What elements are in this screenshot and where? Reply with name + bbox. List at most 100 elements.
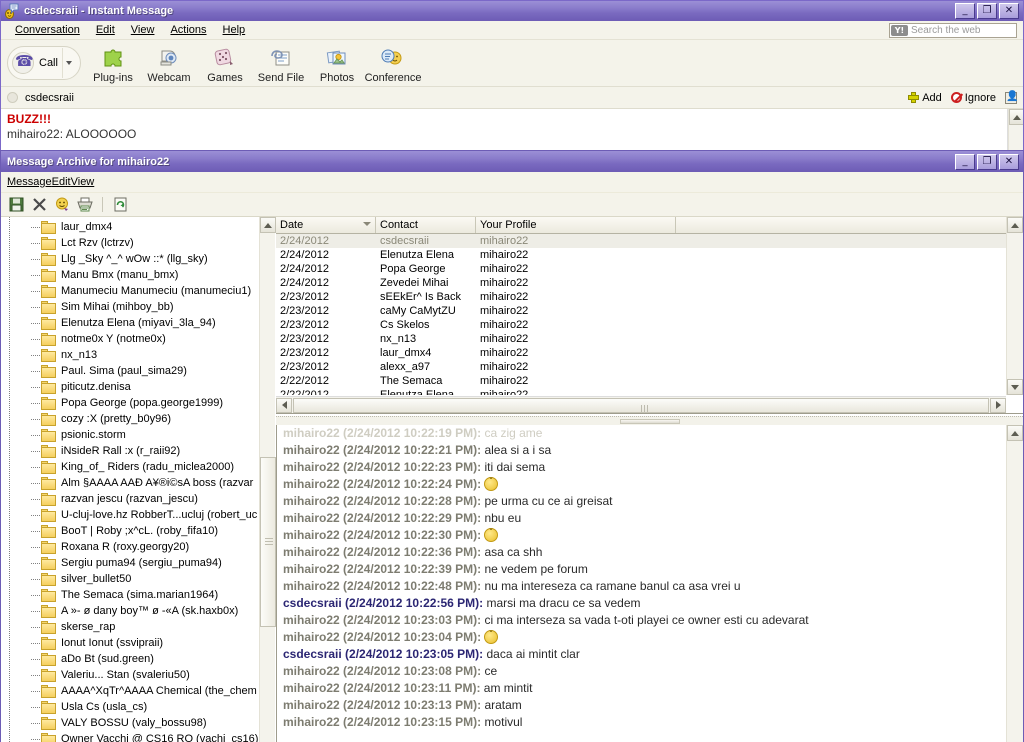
hscroll-thumb[interactable]: [293, 397, 989, 413]
tree-scroll-up-arrow-icon[interactable]: [260, 217, 276, 233]
conversations-tree-list[interactable]: laur_dmx4 Lct Rzv (lctrzv) Llg _Sky ^_^ wO…: [1, 217, 258, 742]
pane-splitter[interactable]: [276, 416, 1023, 425]
table-row[interactable]: 2/23/2012 nx_n13 mihairo22: [276, 332, 1006, 346]
table-row[interactable]: 2/24/2012 Elenutza Elena mihairo22: [276, 248, 1006, 262]
contact-details-button[interactable]: [1005, 91, 1018, 104]
table-row[interactable]: 2/24/2012 Popa George mihairo22: [276, 262, 1006, 276]
tree-item[interactable]: iNsideR Rall :x (r_raii92): [1, 443, 258, 459]
table-row[interactable]: 2/23/2012 laur_dmx4 mihairo22: [276, 346, 1006, 360]
table-row[interactable]: 2/23/2012 alexx_a97 mihairo22: [276, 360, 1006, 374]
toolbar-plugins[interactable]: Plug-ins: [85, 43, 141, 84]
menu-actions[interactable]: Actions: [162, 22, 214, 38]
tree-item[interactable]: Roxana R (roxy.georgy20): [1, 539, 258, 555]
tree-item[interactable]: VALY BOSSU (valy_bossu98): [1, 715, 258, 731]
toolbar-photos[interactable]: Photos: [309, 43, 365, 84]
splitter-grip[interactable]: [619, 419, 680, 424]
archive-minimize-button[interactable]: _: [955, 153, 975, 170]
emoticon-icon[interactable]: [53, 196, 71, 214]
archive-close-button[interactable]: ✕: [999, 153, 1019, 170]
tree-vertical-scrollbar[interactable]: [259, 217, 276, 742]
im-scroll-up-arrow-icon[interactable]: [1009, 109, 1023, 125]
tree-item[interactable]: A »- ø dany boy™ ø -«A (sk.haxb0x): [1, 603, 258, 619]
tree-item[interactable]: Ionut Ionut (ssvipraii): [1, 635, 258, 651]
call-dropdown-arrow-icon[interactable]: [61, 48, 75, 78]
hscroll-right-arrow-icon[interactable]: [990, 397, 1006, 413]
transcript-scroll-up-arrow-icon[interactable]: [1007, 425, 1023, 441]
tree-item[interactable]: King_of_ Riders (radu_miclea2000): [1, 459, 258, 475]
list-scroll-down-arrow-icon[interactable]: [1007, 379, 1023, 395]
menu-view[interactable]: View: [123, 22, 163, 38]
table-row[interactable]: 2/23/2012 Cs Skelos mihairo22: [276, 318, 1006, 332]
tree-item[interactable]: Lct Rzv (lctrzv): [1, 235, 258, 251]
tree-item[interactable]: Sergiu puma94 (sergiu_puma94): [1, 555, 258, 571]
table-row[interactable]: 2/22/2012 Elenutza Elena mihairo22: [276, 388, 1006, 395]
archive-menu-edit[interactable]: Edit: [52, 176, 71, 188]
table-row[interactable]: 2/23/2012 sEEkEr^ Is Back mihairo22: [276, 290, 1006, 304]
tree-scrollbar-thumb[interactable]: [260, 457, 276, 627]
tree-item[interactable]: Valeriu... Stan (svaleriu50): [1, 667, 258, 683]
tree-item[interactable]: The Semaca (sima.marian1964): [1, 587, 258, 603]
refresh-icon[interactable]: [111, 196, 129, 214]
table-row[interactable]: 2/23/2012 caMy CaMytZU mihairo22: [276, 304, 1006, 318]
tree-item[interactable]: Elenutza Elena (miyavi_3la_94): [1, 315, 258, 331]
tree-item[interactable]: razvan jescu (razvan_jescu): [1, 491, 258, 507]
tree-item[interactable]: BooT | Roby ;x^cL. (roby_fifa10): [1, 523, 258, 539]
tree-item[interactable]: Paul. Sima (paul_sima29): [1, 363, 258, 379]
menu-help[interactable]: Help: [215, 22, 254, 38]
archive-menu-message[interactable]: Message: [7, 176, 52, 188]
save-icon[interactable]: [7, 196, 25, 214]
tree-item[interactable]: piticutz.denisa: [1, 379, 258, 395]
table-row[interactable]: 2/24/2012 csdecsraii mihairo22: [276, 234, 1006, 248]
tree-item[interactable]: laur_dmx4: [1, 219, 258, 235]
tree-item[interactable]: AAAA^XqTr^AAAA Chemical (the_chem: [1, 683, 258, 699]
delete-icon[interactable]: [30, 196, 48, 214]
archive-list-vertical-scrollbar[interactable]: [1006, 217, 1023, 395]
tree-item[interactable]: U-cluj-love.hz RobberT...ucluj (robert_u…: [1, 507, 258, 523]
transcript-message: mihairo22 (2/24/2012 10:22:19 PM): ca zi…: [283, 425, 1006, 442]
column-header-contact[interactable]: Contact: [376, 217, 476, 233]
tree-item[interactable]: Alm §AAAA AAÐ A¥®i©sA boss (razvar: [1, 475, 258, 491]
tree-item[interactable]: Manumeciu Manumeciu (manumeciu1): [1, 283, 258, 299]
add-buddy-button[interactable]: Add: [908, 92, 942, 104]
tree-item[interactable]: aDo Bt (sud.green): [1, 651, 258, 667]
call-button[interactable]: Call: [7, 46, 81, 80]
archive-list[interactable]: Date Contact Your Profile 2/24/2012 csdec…: [276, 217, 1023, 414]
ignore-buddy-button[interactable]: Ignore: [950, 92, 996, 104]
minimize-button[interactable]: _: [955, 3, 975, 19]
archive-transcript-scrollbar[interactable]: [1006, 425, 1023, 742]
archive-transcript[interactable]: mihairo22 (2/24/2012 10:22:19 PM): ca zi…: [276, 425, 1023, 742]
toolbar-games[interactable]: Games: [197, 43, 253, 84]
tree-item[interactable]: nx_n13: [1, 347, 258, 363]
tree-item[interactable]: Owner Vacchi @ CS16 RO (vachi_cs16): [1, 731, 258, 742]
menu-conversation[interactable]: Conversation: [7, 22, 88, 38]
tree-item[interactable]: Llg _Sky ^_^ wOw ::* (llg_sky): [1, 251, 258, 267]
search-the-web-box[interactable]: Y! Search the web: [889, 23, 1017, 38]
tree-item[interactable]: silver_bullet50: [1, 571, 258, 587]
maximize-button[interactable]: ❐: [977, 3, 997, 19]
archive-maximize-button[interactable]: ❐: [977, 153, 997, 170]
tree-item[interactable]: psionic.storm: [1, 427, 258, 443]
column-header-date[interactable]: Date: [276, 217, 376, 233]
table-row[interactable]: 2/24/2012 Zevedei Mihai mihairo22: [276, 276, 1006, 290]
tree-item[interactable]: Manu Bmx (manu_bmx): [1, 267, 258, 283]
column-header-your-profile[interactable]: Your Profile: [476, 217, 676, 233]
tree-item[interactable]: cozy :X (pretty_b0y96): [1, 411, 258, 427]
toolbar-webcam[interactable]: Webcam: [141, 43, 197, 84]
conversations-tree-pane[interactable]: laur_dmx4 Lct Rzv (lctrzv) Llg _Sky ^_^ wO…: [1, 217, 259, 742]
archive-list-rows[interactable]: 2/24/2012 csdecsraii mihairo22 2/24/2012 Ele…: [276, 234, 1006, 395]
tree-item[interactable]: Sim Mihai (mihboy_bb): [1, 299, 258, 315]
close-button[interactable]: ✕: [999, 3, 1019, 19]
archive-list-horizontal-scrollbar[interactable]: [276, 396, 1006, 413]
menu-edit[interactable]: Edit: [88, 22, 123, 38]
archive-menu-view[interactable]: View: [71, 176, 95, 188]
tree-item[interactable]: Usla Cs (usla_cs): [1, 699, 258, 715]
hscroll-left-arrow-icon[interactable]: [276, 397, 292, 413]
toolbar-send-file[interactable]: Send File: [253, 43, 309, 84]
list-scroll-up-arrow-icon[interactable]: [1007, 217, 1023, 233]
table-row[interactable]: 2/22/2012 The Semaca mihairo22: [276, 374, 1006, 388]
tree-item[interactable]: skerse_rap: [1, 619, 258, 635]
toolbar-conference[interactable]: Conference: [365, 43, 421, 84]
tree-item[interactable]: Popa George (popa.george1999): [1, 395, 258, 411]
tree-item[interactable]: notme0x Y (notme0x): [1, 331, 258, 347]
print-icon[interactable]: [76, 196, 94, 214]
